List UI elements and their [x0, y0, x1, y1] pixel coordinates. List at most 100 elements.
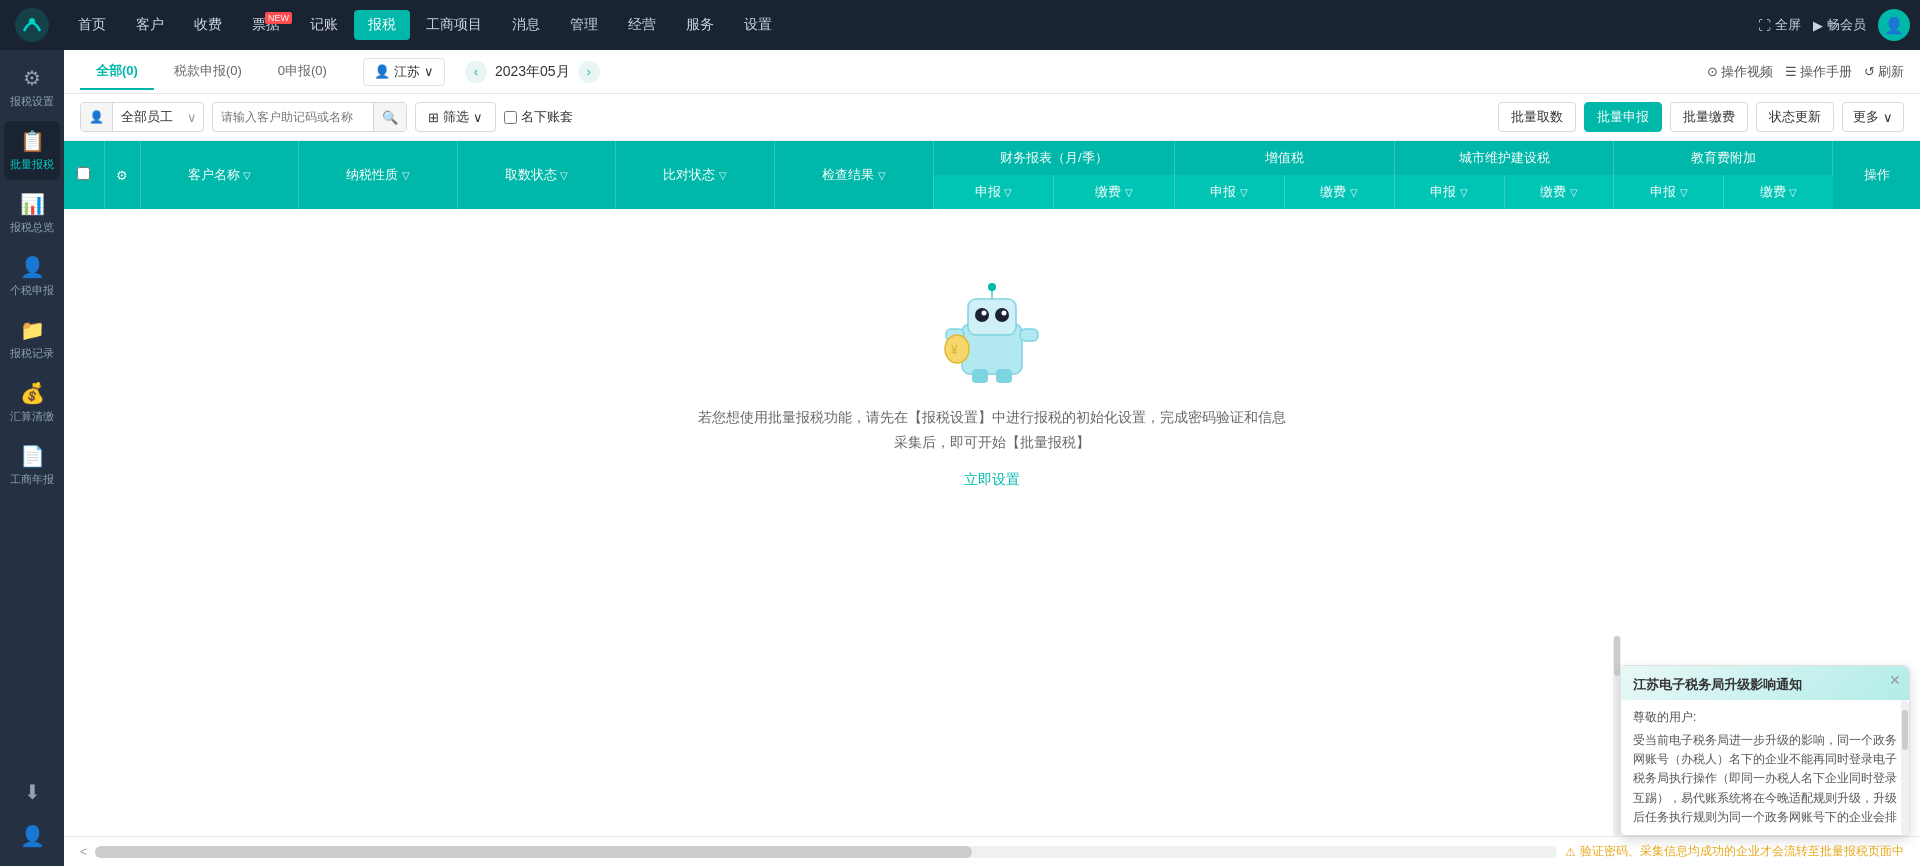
- batch-pay-button[interactable]: 批量缴费: [1670, 102, 1748, 132]
- bottom-bar: < ⚠ 验证密码、采集信息均成功的企业才会流转至批量报税页面中: [64, 836, 1920, 866]
- nav-operation[interactable]: 经营: [614, 10, 670, 40]
- nav-business[interactable]: 工商项目: [412, 10, 496, 40]
- employee-selector[interactable]: 👤 全部员工 ∨: [80, 102, 204, 132]
- notification-title: 江苏电子税务局升级影响通知: [1633, 676, 1897, 694]
- fullscreen-button[interactable]: ⛶ 全屏: [1758, 16, 1801, 34]
- nav-home[interactable]: 首页: [64, 10, 120, 40]
- fullscreen-icon: ⛶: [1758, 18, 1771, 33]
- select-all-header: [64, 141, 104, 209]
- tax-settings-icon: ⚙: [23, 66, 41, 90]
- app-logo[interactable]: [10, 3, 54, 47]
- sidebar-item-tax-records[interactable]: 📁 报税记录: [4, 310, 60, 369]
- account-suite-check[interactable]: [504, 111, 517, 124]
- svg-point-9: [988, 283, 996, 291]
- customer-name-header: 客户名称 ▽: [140, 141, 299, 209]
- prev-month-button[interactable]: ‹: [465, 61, 487, 83]
- nav-message[interactable]: 消息: [498, 10, 554, 40]
- refresh-button[interactable]: ↺ 刷新: [1864, 63, 1904, 81]
- current-date: 2023年05月: [495, 63, 570, 81]
- person-icon: 👤: [374, 64, 390, 79]
- new-badge: NEW: [265, 12, 292, 24]
- vip-button[interactable]: ▶ 畅会员: [1813, 16, 1866, 34]
- nav-settings[interactable]: 设置: [730, 10, 786, 40]
- sidebar-label-tax-records: 报税记录: [10, 346, 54, 361]
- notification-scrollbar[interactable]: [1901, 700, 1909, 835]
- city-declare-header: 申报 ▽: [1394, 175, 1504, 209]
- operation-manual-button[interactable]: ☰ 操作手册: [1785, 63, 1852, 81]
- nav-tax[interactable]: 报税: [354, 10, 410, 40]
- edu-pay-header: 缴费 ▽: [1724, 175, 1833, 209]
- vip-icon: ▶: [1813, 18, 1823, 33]
- account-suite-checkbox[interactable]: 名下账套: [504, 108, 573, 126]
- download-icon: ⬇: [24, 780, 41, 804]
- filter-arrow-icon: ∨: [473, 110, 483, 125]
- scroll-left-arrow[interactable]: <: [80, 845, 87, 859]
- employee-icon-wrap: 👤: [81, 103, 113, 131]
- settings-header[interactable]: ⚙: [104, 141, 140, 209]
- compare-status-header: 比对状态 ▽: [616, 141, 775, 209]
- manual-icon: ☰: [1785, 64, 1797, 79]
- tab-tax-declare[interactable]: 税款申报(0): [158, 54, 258, 90]
- fetch-status-header: 取数状态 ▽: [457, 141, 616, 209]
- nav-service[interactable]: 服务: [672, 10, 728, 40]
- sidebar-label-personal-tax: 个税申报: [10, 283, 54, 298]
- next-month-button[interactable]: ›: [578, 61, 600, 83]
- notification-text: 受当前电子税务局进一步升级的影响，同一个政务网账号（办税人）名下的企业不能再同时…: [1633, 731, 1897, 827]
- svg-point-4: [975, 308, 989, 322]
- more-arrow-icon: ∨: [1883, 110, 1893, 125]
- sidebar-item-settlement[interactable]: 💰 汇算清缴: [4, 373, 60, 432]
- svg-point-6: [982, 311, 987, 316]
- sidebar-item-personal-tax[interactable]: 👤 个税申报: [4, 247, 60, 306]
- employee-icon: 👤: [89, 110, 104, 124]
- svg-rect-11: [1020, 329, 1038, 341]
- filter-button[interactable]: ⊞ 筛选 ∨: [415, 102, 496, 132]
- nav-accounting[interactable]: 记账: [296, 10, 352, 40]
- sidebar-item-tax-settings[interactable]: ⚙ 报税设置: [4, 58, 60, 117]
- nav-customer[interactable]: 客户: [122, 10, 178, 40]
- sidebar-label-batch-tax: 批量报税: [10, 157, 54, 172]
- user-avatar[interactable]: 👤: [1878, 9, 1910, 41]
- tab-zero-declare[interactable]: 0申报(0): [262, 54, 343, 90]
- search-button[interactable]: 🔍: [373, 103, 406, 131]
- search-input[interactable]: [213, 110, 373, 124]
- more-button[interactable]: 更多 ∨: [1842, 102, 1904, 132]
- notification-scroll-thumb: [1902, 710, 1908, 751]
- horizontal-scrollbar[interactable]: [95, 846, 1557, 858]
- operation-video-button[interactable]: ⊙ 操作视频: [1707, 63, 1773, 81]
- employee-label: 全部员工: [113, 108, 181, 126]
- sidebar-item-annual-report[interactable]: 📄 工商年报: [4, 436, 60, 495]
- robot-illustration: ¥: [932, 269, 1052, 389]
- setup-link[interactable]: 立即设置: [964, 471, 1020, 489]
- sidebar-item-batch-tax[interactable]: 📋 批量报税: [4, 121, 60, 180]
- sidebar-label-tax-summary: 报税总览: [10, 220, 54, 235]
- batch-declare-button[interactable]: 批量申报: [1584, 102, 1662, 132]
- settlement-icon: 💰: [20, 381, 45, 405]
- user-icon: 👤: [20, 824, 45, 848]
- vat-header: 增值税: [1174, 141, 1394, 175]
- select-all-checkbox[interactable]: [77, 167, 90, 180]
- sidebar-label-annual-report: 工商年报: [10, 472, 54, 487]
- batch-fetch-button[interactable]: 批量取数: [1498, 102, 1576, 132]
- province-selector[interactable]: 👤 江苏 ∨: [363, 58, 445, 86]
- top-navigation: 首页 客户 收费 票据 NEW 记账 报税 工商项目 消息 管理 经营 服务 设…: [0, 0, 1920, 50]
- sidebar-label-tax-settings: 报税设置: [10, 94, 54, 109]
- svg-rect-15: [996, 369, 1012, 383]
- sidebar-item-tax-summary[interactable]: 📊 报税总览: [4, 184, 60, 243]
- toolbar-right: 批量取数 批量申报 批量缴费 状态更新 更多 ∨: [1498, 102, 1904, 132]
- tab-all[interactable]: 全部(0): [80, 54, 154, 90]
- nav-fee[interactable]: 收费: [180, 10, 236, 40]
- nav-management[interactable]: 管理: [556, 10, 612, 40]
- sidebar-download[interactable]: ⬇: [4, 772, 60, 812]
- tax-records-icon: 📁: [20, 318, 45, 342]
- fin-declare-header: 申报 ▽: [933, 175, 1054, 209]
- status-update-button[interactable]: 状态更新: [1756, 102, 1834, 132]
- notification-close-button[interactable]: ✕: [1889, 672, 1901, 688]
- notification-panel: 江苏电子税务局升级影响通知 ✕ 尊敬的用户: 受当前电子税务局进一步升级的影响，…: [1620, 665, 1910, 836]
- vat-pay-header: 缴费 ▽: [1284, 175, 1394, 209]
- svg-point-7: [1002, 311, 1007, 316]
- personal-tax-icon: 👤: [20, 255, 45, 279]
- data-table: ⚙ 客户名称 ▽ 纳税性质 ▽ 取数状态 ▽ 比对状态 ▽: [64, 141, 1920, 549]
- nav-invoice[interactable]: 票据 NEW: [238, 10, 294, 40]
- search-icon: 🔍: [382, 110, 398, 125]
- sidebar-user[interactable]: 👤: [4, 816, 60, 856]
